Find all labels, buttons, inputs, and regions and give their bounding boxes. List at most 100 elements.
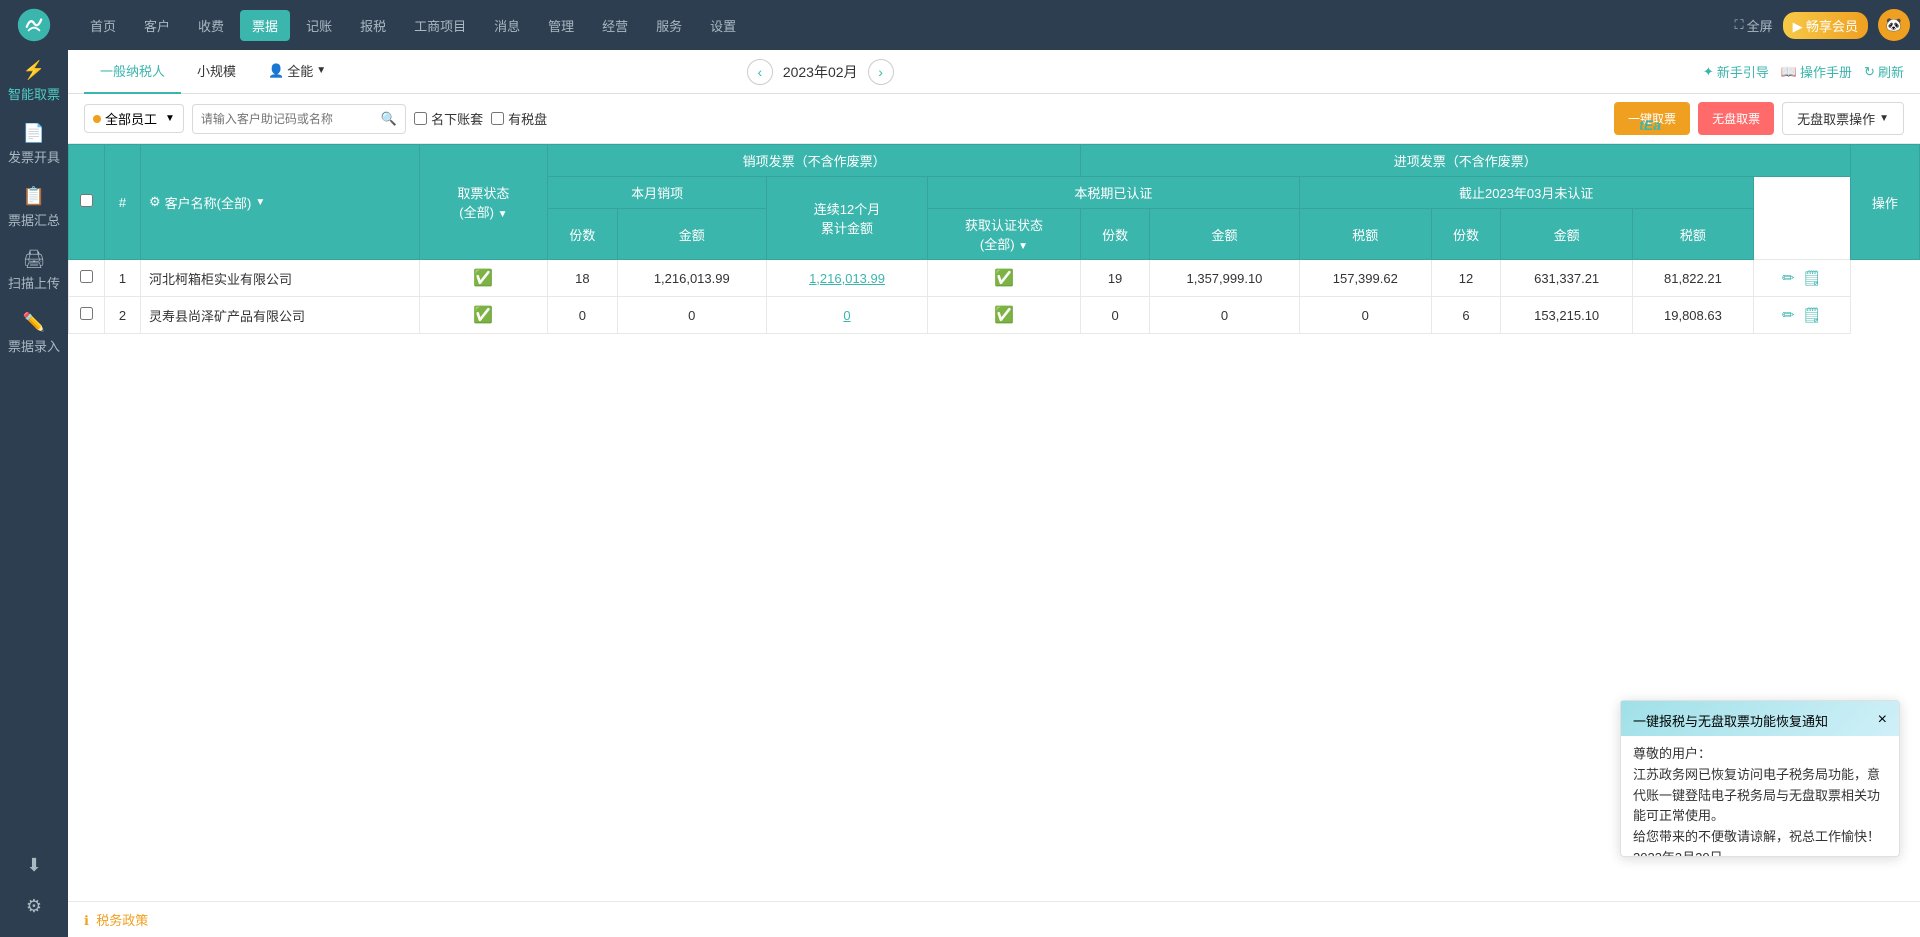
data-entry-icon: ✏️ — [23, 312, 45, 333]
nav-management[interactable]: 管理 — [536, 10, 586, 41]
sidebar-item-scan-upload[interactable]: 🖨 扫描上传 — [0, 239, 68, 302]
new-guide-button[interactable]: ✦ 新手引导 — [1703, 62, 1769, 81]
header-sales-amount: 金额 — [617, 209, 767, 260]
has-tax-checkbox[interactable] — [491, 112, 504, 125]
sidebar-item-invoice-summary[interactable]: 📋 票据汇总 — [0, 176, 68, 239]
tab-all-label: 全能 — [287, 61, 313, 80]
sidebar-bottom: ⬇ ⚙ — [0, 845, 68, 937]
tab-all-arrow: ▼ — [316, 65, 326, 76]
invoice-open-icon: 📄 — [23, 123, 45, 144]
fetch-status-filter-icon[interactable]: ▼ — [498, 209, 508, 220]
sidebar-item-scan-upload-label: 扫描上传 — [8, 273, 60, 292]
header-certified: 本税期已认证 — [928, 177, 1300, 209]
row2-uncert-tax: 19,808.63 — [1633, 297, 1753, 334]
tab-general-taxpayer[interactable]: 一般纳税人 — [84, 50, 181, 94]
nav-home[interactable]: 首页 — [78, 10, 128, 41]
row1-edit-icon[interactable]: ✏ — [1782, 270, 1795, 287]
user-avatar[interactable]: 🐼 — [1878, 9, 1910, 41]
date-next-button[interactable]: › — [868, 59, 894, 85]
name-account-checkbox[interactable] — [414, 112, 427, 125]
sidebar-item-smart-fetch-label: 智能取票 — [8, 84, 60, 103]
header-uncert-tax: 税额 — [1633, 209, 1753, 260]
fullscreen-toggle[interactable]: ⛶ 全屏 — [1735, 16, 1773, 35]
row1-cumulative[interactable]: 1,216,013.99 — [767, 260, 928, 297]
tab-bar: 一般纳税人 小规模 👤 全能 ▼ ‹ 2023年02月 › ✦ 新手引导 — [68, 50, 1920, 94]
header-action-col: 操作 — [1850, 145, 1919, 260]
fullscreen-label: 全屏 — [1747, 16, 1773, 35]
certified-filter-icon[interactable]: ▼ — [1018, 241, 1028, 252]
sidebar-item-invoice-open-label: 发票开具 — [8, 147, 60, 166]
name-account-checkbox-label[interactable]: 名下账套 — [414, 109, 483, 128]
tea-badge: tEa — [1639, 117, 1661, 133]
row1-fetch-check-icon: ✅ — [473, 270, 493, 287]
search-icon[interactable]: 🔍 — [381, 111, 397, 127]
refresh-label: 刷新 — [1878, 62, 1904, 81]
name-account-label: 名下账套 — [431, 109, 483, 128]
header-sales-group: 销项发票（不含作废票） — [548, 145, 1081, 177]
fullscreen-icon: ⛶ — [1735, 17, 1744, 33]
vip-button[interactable]: ▶ 畅享会员 — [1783, 12, 1868, 39]
row2-edit-icon[interactable]: ✏ — [1782, 307, 1795, 324]
header-uncertified: 截止2023年03月未认证 — [1299, 177, 1753, 209]
date-prev-button[interactable]: ‹ — [747, 59, 773, 85]
has-tax-checkbox-label[interactable]: 有税盘 — [491, 109, 547, 128]
company-filter-icon[interactable]: ▼ — [255, 197, 265, 208]
nav-operation[interactable]: 经营 — [590, 10, 640, 41]
footer: ℹ 税务政策 — [68, 901, 1920, 937]
select-all-checkbox[interactable] — [80, 194, 93, 207]
no-disk-ops-button[interactable]: 无盘取票操作 ▼ — [1782, 102, 1904, 135]
header-monthly-sales: 本月销项 — [548, 177, 767, 209]
row1-detail-icon[interactable]: 🗒 — [1802, 270, 1821, 287]
row1-cumulative-link[interactable]: 1,216,013.99 — [809, 271, 885, 286]
sidebar-item-invoice-summary-label: 票据汇总 — [8, 210, 60, 229]
header-uncert-amount: 金额 — [1501, 209, 1633, 260]
sidebar-item-data-entry-label: 票据录入 — [8, 336, 60, 355]
notification-popup: 一键报税与无盘取票功能恢复通知 × 尊敬的用户：江苏政务网已恢复访问电子税务局功… — [1620, 700, 1900, 857]
header-fetch-status-col: 取票状态(全部) ▼ — [419, 145, 548, 260]
has-tax-label: 有税盘 — [508, 109, 547, 128]
search-input[interactable] — [201, 112, 381, 126]
employee-dropdown-icon: ▼ — [165, 113, 175, 124]
row2-actions: ✏ 🗒 — [1753, 297, 1850, 334]
sidebar-item-data-entry[interactable]: ✏️ 票据录入 — [0, 302, 68, 365]
refresh-button[interactable]: ↻ 刷新 — [1864, 62, 1904, 81]
manual-button[interactable]: 📖 操作手册 — [1781, 62, 1852, 81]
row2-checkbox[interactable] — [69, 297, 105, 334]
tab-all[interactable]: 👤 全能 ▼ — [252, 50, 342, 94]
row1-checkbox[interactable] — [69, 260, 105, 297]
row2-auth-status: ✅ — [928, 297, 1081, 334]
nav-invoice[interactable]: 票据 — [240, 10, 290, 41]
nav-client[interactable]: 客户 — [132, 10, 182, 41]
nav-message[interactable]: 消息 — [482, 10, 532, 41]
sidebar-item-smart-fetch[interactable]: ⚡ 智能取票 — [0, 50, 68, 113]
person-icon: 👤 — [268, 63, 284, 79]
nav-settings[interactable]: 设置 — [698, 10, 748, 41]
nav-billing[interactable]: 收费 — [186, 10, 236, 41]
tab-small-scale[interactable]: 小规模 — [181, 50, 252, 94]
row2-cumulative[interactable]: 0 — [767, 297, 928, 334]
no-disk-ops-label: 无盘取票操作 — [1797, 109, 1875, 128]
sidebar-item-invoice-open[interactable]: 📄 发票开具 — [0, 113, 68, 176]
sidebar-item-settings[interactable]: ⚙ — [0, 886, 68, 927]
nav-service[interactable]: 服务 — [644, 10, 694, 41]
nav-accounting[interactable]: 记账 — [294, 10, 344, 41]
row2-uncert-amount: 153,215.10 — [1501, 297, 1633, 334]
top-navigation: 首页 客户 收费 票据 记账 报税 工商项目 消息 管理 经营 服务 设置 ⛶ … — [68, 0, 1920, 50]
row2-cumulative-link[interactable]: 0 — [843, 308, 850, 323]
row1-actions: ✏ 🗒 — [1753, 260, 1850, 297]
sidebar: ⚡ 智能取票 📄 发票开具 📋 票据汇总 🖨 扫描上传 ✏️ 票据录入 ⬇ ⚙ — [0, 0, 68, 937]
employee-select[interactable]: 全部员工 ▼ — [84, 104, 184, 133]
no-disk-fetch-button[interactable]: 无盘取票 — [1698, 102, 1774, 135]
invoice-summary-icon: 📋 — [23, 186, 45, 207]
row2-cert-count: 0 — [1080, 297, 1149, 334]
nav-business[interactable]: 工商项目 — [402, 10, 478, 41]
tab-general-taxpayer-label: 一般纳税人 — [100, 61, 165, 80]
row2-detail-icon[interactable]: 🗒 — [1802, 307, 1821, 324]
smart-fetch-icon: ⚡ — [23, 60, 45, 81]
tax-policy-link[interactable]: 税务政策 — [96, 913, 148, 928]
notification-close-button[interactable]: × — [1878, 711, 1887, 729]
row2-company: 灵寿县尚泽矿产品有限公司 — [141, 297, 420, 334]
sidebar-item-download[interactable]: ⬇ — [0, 845, 68, 886]
nav-tax[interactable]: 报税 — [348, 10, 398, 41]
manual-label: 操作手册 — [1800, 62, 1852, 81]
